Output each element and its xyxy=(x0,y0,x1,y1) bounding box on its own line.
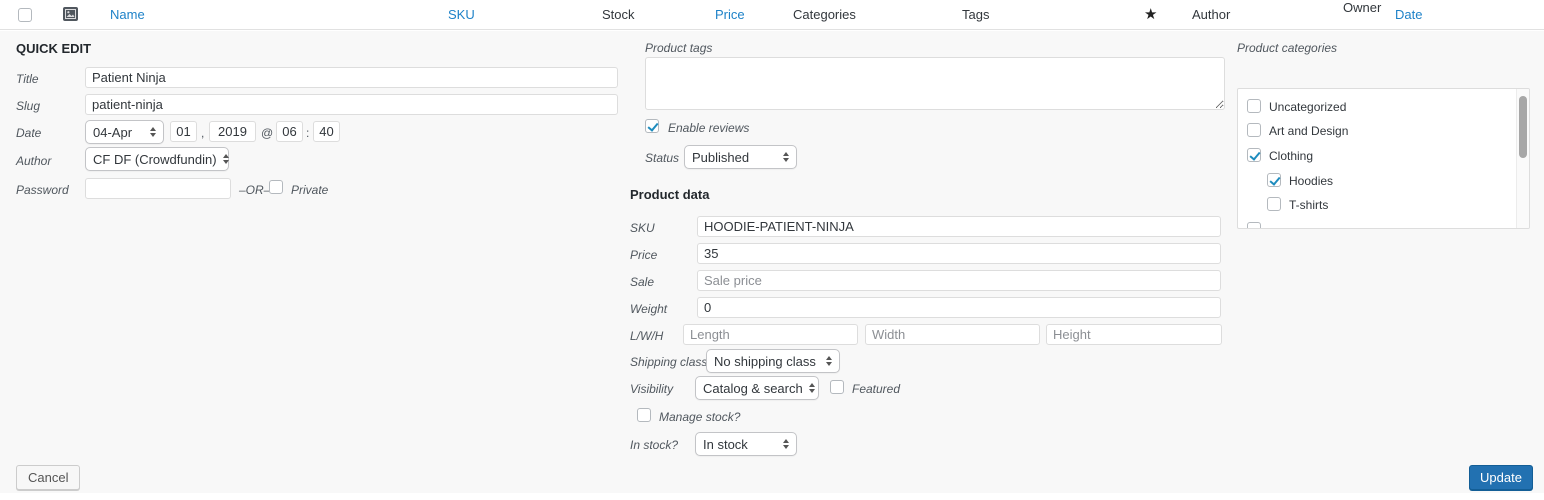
manage-stock-checkbox[interactable] xyxy=(637,408,651,422)
column-header-stock: Stock xyxy=(602,7,635,22)
shipping-class-label: Shipping class xyxy=(630,355,708,369)
quick-edit-screen: Name SKU Stock Price Categories Tags ★ A… xyxy=(0,0,1544,500)
sale-price-input[interactable] xyxy=(697,270,1221,291)
slug-label: Slug xyxy=(16,99,41,113)
author-select[interactable]: CF DF (Crowdfundin) xyxy=(85,147,229,171)
date-colon: : xyxy=(306,126,310,140)
manage-stock-label: Manage stock? xyxy=(659,410,741,424)
select-arrows-icon xyxy=(808,383,815,393)
date-label: Date xyxy=(16,126,42,140)
column-header-tags: Tags xyxy=(962,7,990,22)
author-label: Author xyxy=(16,154,52,168)
update-button[interactable]: Update xyxy=(1469,465,1533,490)
in-stock-select[interactable]: In stock xyxy=(695,432,797,456)
sku-input[interactable] xyxy=(697,216,1221,237)
sku-label: SKU xyxy=(630,221,655,235)
categories-scrollbar[interactable] xyxy=(1516,89,1529,228)
product-tags-textarea[interactable] xyxy=(645,57,1225,110)
status-label: Status xyxy=(645,151,680,165)
category-checkbox-hoodies[interactable] xyxy=(1267,173,1281,187)
password-label: Password xyxy=(16,183,69,197)
column-header-owner: Owner xyxy=(1343,0,1382,15)
column-header-name[interactable]: Name xyxy=(110,7,145,22)
cancel-button[interactable]: Cancel xyxy=(16,465,81,490)
password-input[interactable] xyxy=(85,178,231,199)
length-input[interactable] xyxy=(683,324,858,345)
column-header-author: Author xyxy=(1192,7,1231,22)
select-arrows-icon xyxy=(150,127,156,137)
quick-edit-heading: QUICK EDIT xyxy=(16,41,92,56)
category-checkbox-clipped[interactable] xyxy=(1247,222,1261,228)
categories-scrollbar-thumb[interactable] xyxy=(1519,96,1527,158)
product-categories-label: Product categories xyxy=(1237,41,1338,55)
select-arrows-icon xyxy=(783,439,789,449)
weight-input[interactable] xyxy=(697,297,1221,318)
in-stock-label: In stock? xyxy=(630,438,679,452)
column-header-date[interactable]: Date xyxy=(1395,7,1422,22)
width-input[interactable] xyxy=(865,324,1040,345)
select-arrows-icon xyxy=(783,152,789,162)
status-select[interactable]: Published xyxy=(684,145,797,169)
private-label: Private xyxy=(291,183,329,197)
products-table-header: Name SKU Stock Price Categories Tags ★ A… xyxy=(0,0,1544,30)
select-arrows-icon xyxy=(222,154,229,164)
column-header-categories: Categories xyxy=(793,7,856,22)
visibility-select[interactable]: Catalog & search xyxy=(695,376,819,400)
column-header-sku[interactable]: SKU xyxy=(448,7,475,22)
featured-checkbox[interactable] xyxy=(830,380,844,394)
private-checkbox[interactable] xyxy=(269,180,283,194)
weight-label: Weight xyxy=(630,302,668,316)
date-hour-input[interactable] xyxy=(276,121,303,142)
date-year-input[interactable] xyxy=(209,121,256,142)
lwh-label: L/W/H xyxy=(630,329,664,343)
enable-reviews-label: Enable reviews xyxy=(668,121,750,135)
title-input[interactable] xyxy=(85,67,618,88)
visibility-label: Visibility xyxy=(630,382,674,396)
product-tags-label: Product tags xyxy=(645,41,713,55)
sale-label: Sale xyxy=(630,275,655,289)
slug-input[interactable] xyxy=(85,94,618,115)
enable-reviews-checkbox[interactable] xyxy=(645,119,659,133)
category-checkbox-art-and-design[interactable] xyxy=(1247,123,1261,137)
column-header-price[interactable]: Price xyxy=(715,7,745,22)
price-input[interactable] xyxy=(697,243,1221,264)
date-comma: , xyxy=(201,126,205,140)
image-column-icon xyxy=(63,7,78,21)
date-day-input[interactable] xyxy=(170,121,197,142)
date-minute-input[interactable] xyxy=(313,121,340,142)
featured-star-icon: ★ xyxy=(1144,6,1158,23)
product-data-heading: Product data xyxy=(630,187,710,202)
product-categories-list: Uncategorized Art and Design Clothing Ho… xyxy=(1237,88,1530,229)
select-all-checkbox[interactable] xyxy=(18,8,32,22)
height-input[interactable] xyxy=(1046,324,1222,345)
featured-label: Featured xyxy=(852,382,901,396)
date-month-select[interactable]: 04-Apr xyxy=(85,120,164,144)
date-at: @ xyxy=(261,126,274,140)
shipping-class-select[interactable]: No shipping class xyxy=(706,349,840,373)
category-checkbox-uncategorized[interactable] xyxy=(1247,99,1261,113)
or-text: –OR– xyxy=(239,183,271,197)
category-checkbox-clothing[interactable] xyxy=(1247,148,1261,162)
title-label: Title xyxy=(16,72,39,86)
price-label: Price xyxy=(630,248,658,262)
category-checkbox-t-shirts[interactable] xyxy=(1267,197,1281,211)
select-arrows-icon xyxy=(826,356,832,366)
quick-edit-panel: QUICK EDIT Title Slug Date 04-Apr , @ : … xyxy=(0,31,1544,493)
